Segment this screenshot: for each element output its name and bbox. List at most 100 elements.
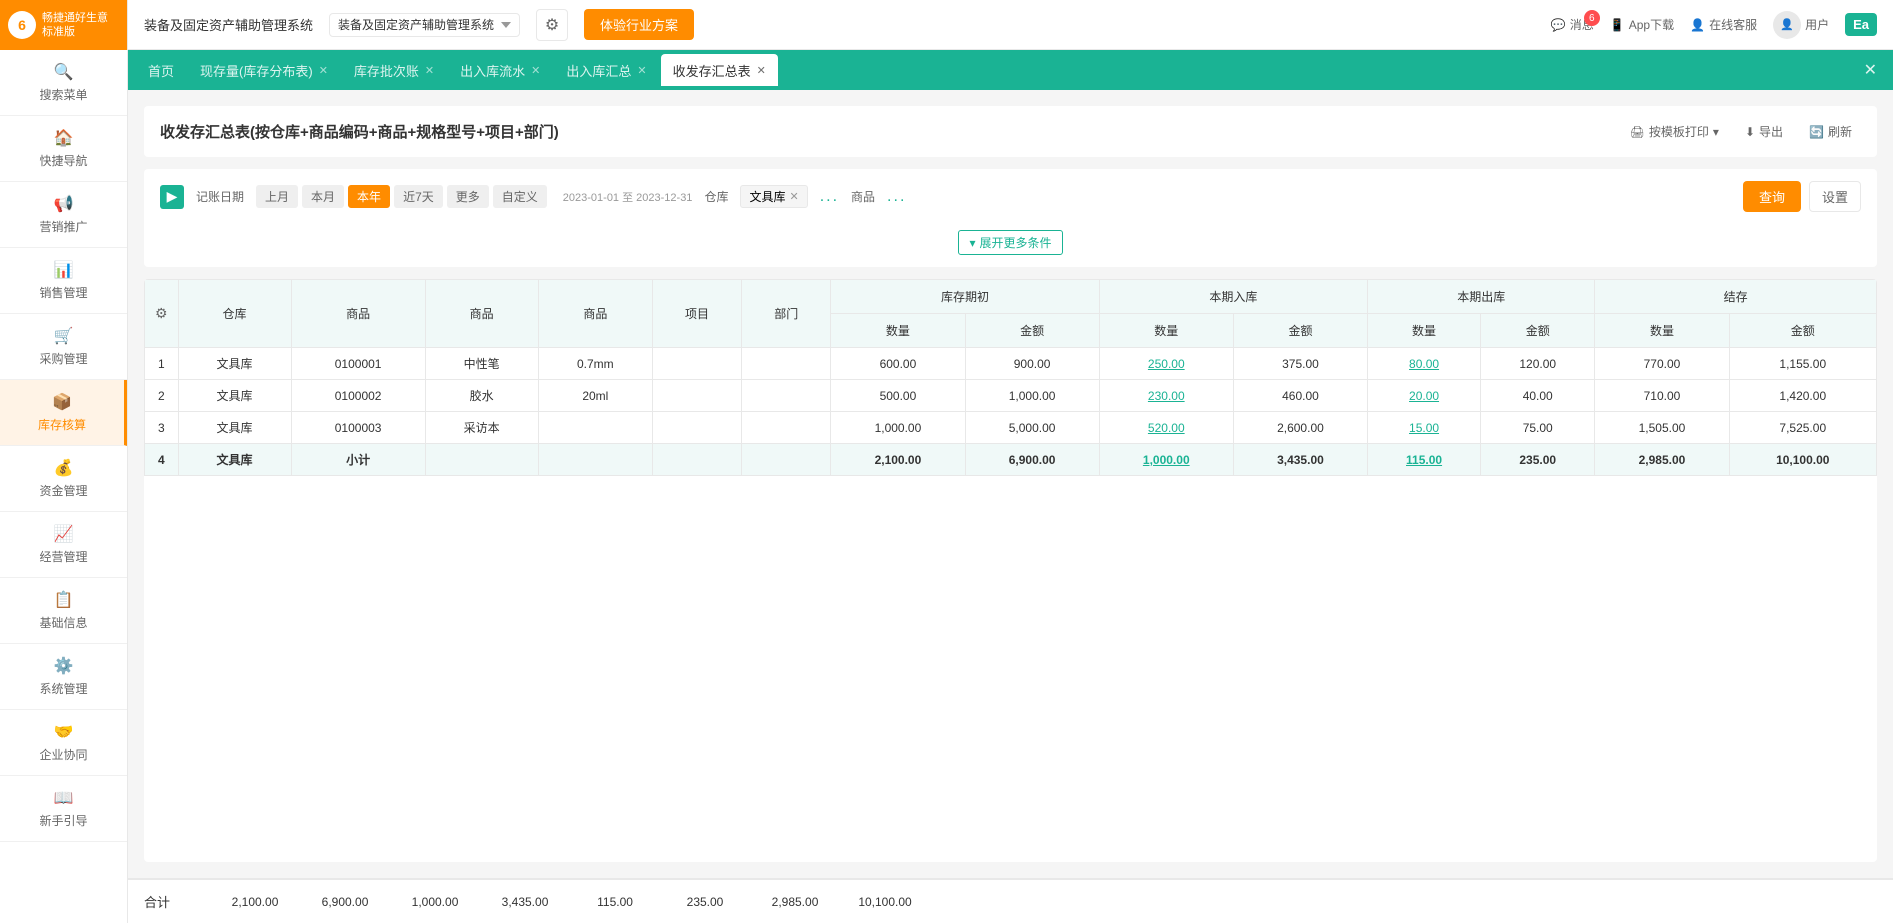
row2-incoming-qty[interactable]: 230.00 [1099, 380, 1233, 412]
col-closing-amount-header: 金额 [1729, 314, 1876, 348]
tab-stock-dist-close[interactable]: ✕ [319, 64, 328, 77]
settings-button[interactable]: ⚙ [536, 9, 568, 41]
trial-button[interactable]: 体验行业方案 [584, 9, 694, 40]
sidebar-item-purchase[interactable]: 🛒 采购管理 [0, 314, 127, 380]
logo-icon: 6 [8, 11, 36, 39]
filter-toggle-button[interactable]: ▶ [160, 185, 184, 209]
top-header: 装备及固定资产辅助管理系统 装备及固定资产辅助管理系统 ⚙ 体验行业方案 💬 消… [128, 0, 1893, 50]
col-product-code-header: 商品 [291, 280, 425, 348]
service-button[interactable]: 👤 在线客服 [1690, 16, 1757, 33]
sidebar-item-label: 基础信息 [39, 614, 87, 631]
sidebar-item-system[interactable]: ⚙️ 系统管理 [0, 644, 127, 710]
row3-outgoing-amount: 75.00 [1481, 412, 1595, 444]
sidebar-item-finance[interactable]: 💰 资金管理 [0, 446, 127, 512]
row3-incoming-qty[interactable]: 520.00 [1099, 412, 1233, 444]
date-btn-7days[interactable]: 近7天 [394, 185, 443, 208]
export-button[interactable]: ⬇ 导出 [1736, 118, 1792, 145]
subtotal-opening-qty: 2,100.00 [831, 444, 965, 476]
expand-icon: ▾ [969, 236, 975, 250]
row3-closing-qty: 1,505.00 [1595, 412, 1729, 444]
system-icon: ⚙️ [54, 656, 74, 676]
tab-recv-send-close[interactable]: ✕ [757, 64, 766, 77]
inventory-icon: 📦 [52, 392, 72, 412]
print-button[interactable]: 🖨 按模板打印 ▾ [1621, 118, 1728, 145]
warehouse-tag-text: 文具库 [749, 188, 785, 205]
col-outgoing-qty-header: 数量 [1368, 314, 1481, 348]
row2-outgoing-qty[interactable]: 20.00 [1368, 380, 1481, 412]
sidebar-item-collab[interactable]: 🤝 企业协同 [0, 710, 127, 776]
tab-batch[interactable]: 库存批次账 ✕ [342, 54, 446, 86]
sidebar-item-inventory[interactable]: 📦 库存核算 [0, 380, 127, 446]
query-button[interactable]: 查询 [1743, 181, 1801, 212]
product-dots[interactable]: ... [887, 188, 906, 206]
warehouse-label: 仓库 [704, 188, 728, 205]
col-closing-header: 结存 [1595, 280, 1877, 314]
date-btn-prev-month[interactable]: 上月 [256, 185, 298, 208]
tab-recv-send-label: 收发存汇总表 [673, 61, 751, 80]
settings-filter-button[interactable]: 设置 [1809, 181, 1861, 212]
message-button[interactable]: 💬 消息 6 [1551, 16, 1594, 33]
row2-project [652, 380, 741, 412]
row2-opening-qty: 500.00 [831, 380, 965, 412]
table-settings-icon[interactable]: ⚙ [155, 305, 168, 321]
guide-icon: 📖 [54, 788, 74, 808]
row2-no: 2 [145, 380, 179, 412]
table-row: 3 文具库 0100003 采访本 1,000.00 5,000.00 520.… [145, 412, 1877, 444]
refresh-label: 刷新 [1828, 123, 1852, 140]
tab-summary-out-close[interactable]: ✕ [637, 64, 646, 77]
total-outgoing-qty: 115.00 [570, 895, 660, 909]
tab-summary-out[interactable]: 出入库汇总 ✕ [554, 54, 658, 86]
sidebar-item-label: 快捷导航 [39, 152, 87, 169]
tab-flow-close[interactable]: ✕ [531, 64, 540, 77]
sidebar-item-label: 营销推广 [39, 218, 87, 235]
tab-home[interactable]: 首页 [136, 54, 186, 86]
date-btn-this-year[interactable]: 本年 [348, 185, 390, 208]
home-icon: 🏠 [54, 128, 74, 148]
sidebar-item-sales[interactable]: 📊 销售管理 [0, 248, 127, 314]
sidebar-item-quick-nav[interactable]: 🏠 快捷导航 [0, 116, 127, 182]
row3-project [652, 412, 741, 444]
tab-bar-close-button[interactable]: ✕ [1856, 60, 1885, 80]
col-incoming-header: 本期入库 [1099, 280, 1367, 314]
warehouse-tag-close[interactable]: ✕ [789, 190, 798, 203]
subtotal-empty2 [538, 444, 652, 476]
row2-closing-qty: 710.00 [1595, 380, 1729, 412]
col-settings-header[interactable]: ⚙ [145, 280, 179, 348]
sidebar-item-search[interactable]: 🔍 搜索菜单 [0, 50, 127, 116]
refresh-button[interactable]: 🔄 刷新 [1800, 118, 1861, 145]
subtotal-incoming-qty[interactable]: 1,000.00 [1099, 444, 1233, 476]
page-title: 收发存汇总表(按仓库+商品编码+商品+规格型号+项目+部门) [160, 121, 559, 142]
warehouse-dots[interactable]: ... [820, 188, 839, 206]
warehouse-tag[interactable]: 文具库 ✕ [740, 185, 807, 208]
row2-product-spec: 20ml [538, 380, 652, 412]
tab-batch-close[interactable]: ✕ [425, 64, 434, 77]
sidebar-item-basic[interactable]: 📋 基础信息 [0, 578, 127, 644]
subtotal-outgoing-qty[interactable]: 115.00 [1368, 444, 1481, 476]
user-label: 用户 [1805, 16, 1829, 33]
tab-recv-send[interactable]: 收发存汇总表 ✕ [661, 54, 778, 86]
ea-badge[interactable]: Ea [1845, 13, 1877, 36]
sidebar-item-guide[interactable]: 📖 新手引导 [0, 776, 127, 842]
row1-closing-amount: 1,155.00 [1729, 348, 1876, 380]
row1-outgoing-qty[interactable]: 80.00 [1368, 348, 1481, 380]
row3-outgoing-qty[interactable]: 15.00 [1368, 412, 1481, 444]
sidebar-item-label: 经营管理 [39, 548, 87, 565]
expand-conditions-button[interactable]: ▾ 展开更多条件 [958, 230, 1062, 255]
date-btn-more[interactable]: 更多 [447, 185, 489, 208]
date-btn-this-month[interactable]: 本月 [302, 185, 344, 208]
row1-incoming-qty[interactable]: 250.00 [1099, 348, 1233, 380]
subtotal-outgoing-amount: 235.00 [1481, 444, 1595, 476]
user-button[interactable]: 👤 用户 [1773, 11, 1829, 39]
sidebar-item-business[interactable]: 📈 经营管理 [0, 512, 127, 578]
row2-warehouse: 文具库 [178, 380, 291, 412]
subtotal-empty3 [652, 444, 741, 476]
sidebar-item-label: 新手引导 [39, 812, 87, 829]
row2-outgoing-amount: 40.00 [1481, 380, 1595, 412]
marketing-icon: 📢 [54, 194, 74, 214]
tab-stock-dist[interactable]: 现存量(库存分布表) ✕ [188, 54, 340, 86]
date-btn-custom[interactable]: 自定义 [493, 185, 547, 208]
tab-flow[interactable]: 出入库流水 ✕ [448, 54, 552, 86]
system-select[interactable]: 装备及固定资产辅助管理系统 [329, 13, 520, 37]
app-download-button[interactable]: 📱 App下载 [1610, 16, 1674, 33]
sidebar-item-marketing[interactable]: 📢 营销推广 [0, 182, 127, 248]
